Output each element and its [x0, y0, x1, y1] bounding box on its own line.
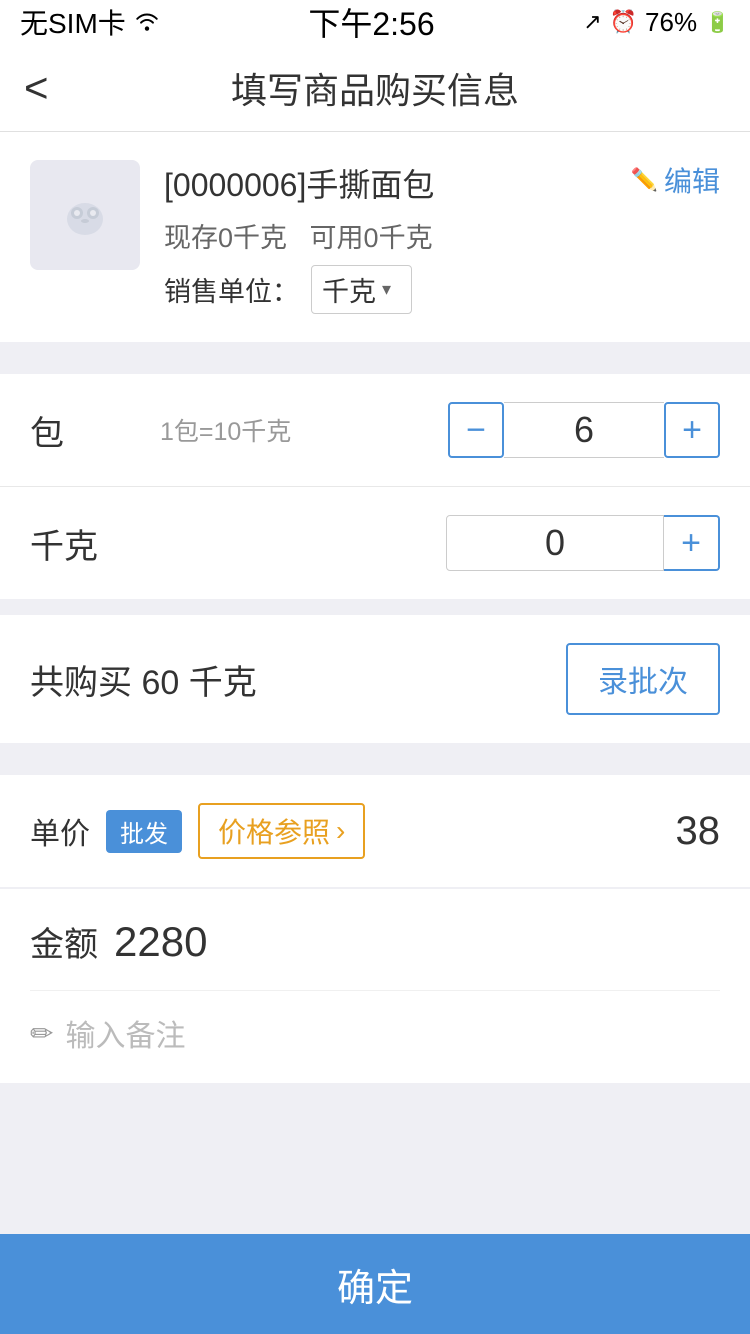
package-hint: 1包=10千克 — [160, 412, 448, 448]
price-ref-arrow: › — [336, 815, 345, 847]
confirm-label: 确定 — [337, 1257, 413, 1312]
unit-select[interactable]: 千克 ▾ — [311, 265, 412, 314]
back-button[interactable]: < — [24, 64, 49, 112]
status-left: 无SIM卡 — [20, 2, 160, 42]
status-bar: 无SIM卡 下午2:56 ↗ ⏰ 76% 🔋 — [0, 0, 750, 44]
price-value: 38 — [676, 809, 721, 854]
alarm-icon: ⏰ — [610, 9, 637, 35]
kg-label: 千克 — [30, 519, 150, 568]
batch-button[interactable]: 录批次 — [566, 643, 720, 715]
product-name: [0000006]手撕面包 — [164, 160, 434, 206]
time-display: 下午2:56 — [308, 0, 434, 45]
price-ref-label: 价格参照 — [218, 811, 330, 851]
product-id: [0000006] — [164, 167, 306, 203]
confirm-button[interactable]: 确定 — [0, 1234, 750, 1334]
stock-text: 现存0千克 — [164, 223, 287, 253]
pencil-icon: ✏ — [30, 1017, 53, 1050]
section-separator-2 — [0, 599, 750, 615]
product-card: [0000006]手撕面包 ✏️ 编辑 现存0千克 可用0千克 销售单位： 千克… — [0, 132, 750, 342]
location-icon: ↗ — [583, 9, 601, 35]
amount-row: 金额 2280 — [30, 917, 720, 966]
unit-label: 销售单位： — [164, 270, 299, 309]
price-label: 单价 — [30, 809, 90, 853]
battery-icon: 🔋 — [705, 10, 730, 35]
edit-label: 编辑 — [664, 160, 720, 200]
content-area — [0, 1083, 750, 1234]
chevron-down-icon: ▾ — [382, 279, 391, 300]
product-stock: 现存0千克 可用0千克 — [164, 216, 720, 255]
product-unit-row: 销售单位： 千克 ▾ — [164, 265, 720, 314]
package-input-section: 包 1包=10千克 − + 千克 + — [0, 374, 750, 599]
product-name-row: [0000006]手撕面包 ✏️ 编辑 — [164, 160, 720, 206]
section-separator-3 — [0, 743, 750, 759]
unit-value: 千克 — [322, 270, 376, 309]
price-section: 单价 批发 价格参照 › 38 — [0, 775, 750, 887]
package-label: 包 — [30, 406, 150, 455]
price-tag: 批发 — [106, 810, 182, 853]
remark-row[interactable]: ✏ 输入备注 — [30, 990, 720, 1083]
battery-text: 76% — [645, 7, 697, 38]
total-text: 共购买 60 千克 — [30, 655, 257, 704]
product-thumbnail — [30, 160, 140, 270]
amount-value: 2280 — [114, 918, 207, 966]
plus-icon: + — [682, 411, 702, 450]
package-plus-button[interactable]: + — [664, 402, 720, 458]
edit-button[interactable]: ✏️ 编辑 — [631, 160, 720, 200]
available-text: 可用0千克 — [310, 223, 433, 253]
minus-icon: − — [466, 411, 486, 450]
nav-bar: < 填写商品购买信息 — [0, 44, 750, 132]
kg-input-row: 千克 + — [0, 487, 750, 599]
package-input-row: 包 1包=10千克 − + — [0, 374, 750, 487]
section-separator-1 — [0, 358, 750, 374]
price-ref-button[interactable]: 价格参照 › — [198, 803, 365, 859]
remark-placeholder: 输入备注 — [65, 1011, 185, 1055]
kg-plus-icon: + — [681, 524, 701, 563]
package-minus-button[interactable]: − — [448, 402, 504, 458]
page-title: 填写商品购买信息 — [231, 62, 519, 114]
wifi-icon — [134, 6, 160, 38]
kg-qty-control: + — [446, 515, 720, 571]
carrier-text: 无SIM卡 — [20, 2, 126, 42]
status-right: ↗ ⏰ 76% 🔋 — [583, 7, 730, 38]
amount-section: 金额 2280 ✏ 输入备注 — [0, 889, 750, 1083]
kg-plus-button[interactable]: + — [664, 515, 720, 571]
package-qty-control: − + — [448, 402, 720, 458]
package-qty-input[interactable] — [504, 402, 664, 458]
total-row: 共购买 60 千克 录批次 — [0, 615, 750, 743]
kg-qty-input[interactable] — [446, 515, 664, 571]
product-info: [0000006]手撕面包 ✏️ 编辑 现存0千克 可用0千克 销售单位： 千克… — [164, 160, 720, 314]
amount-label: 金额 — [30, 917, 98, 966]
product-title: 手撕面包 — [306, 167, 434, 203]
